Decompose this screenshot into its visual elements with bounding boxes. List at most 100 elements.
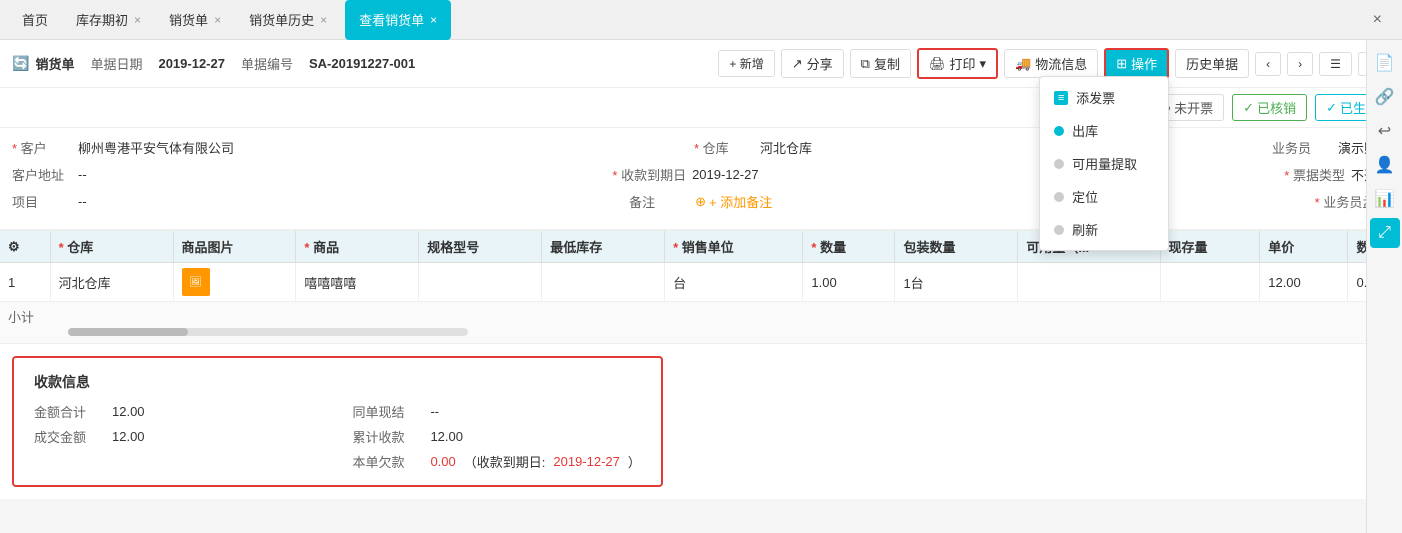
payment-amount-row: 金额合计 12.00	[34, 402, 322, 421]
settlement-label: 同单现结	[352, 402, 422, 421]
staff-label: 业务员	[1272, 138, 1332, 157]
available-icon	[1054, 159, 1064, 169]
tab-sales[interactable]: 销货单 ×	[155, 0, 235, 40]
tab-view-sales-label: 查看销货单	[359, 10, 424, 29]
form-row-3: 项目 -- 备注 ⊕ + 添加备注 业务员孟 --	[12, 192, 1390, 211]
col-pack-qty: 包装数量	[895, 231, 1018, 263]
col-warehouse: 仓库	[50, 231, 173, 263]
sidebar-doc-icon[interactable]: 📄	[1370, 48, 1400, 78]
col-img: 商品图片	[173, 231, 296, 263]
arrears-label: 本单欠款	[352, 452, 422, 471]
tab-view-sales[interactable]: 查看销货单 ×	[345, 0, 451, 40]
payment-deal-row: 成交金额 12.00	[34, 427, 322, 446]
verified-icon: ✓	[1243, 100, 1254, 116]
verified-button[interactable]: ✓ 已核销	[1232, 94, 1307, 121]
dropdown-item-locate[interactable]: 定位	[1040, 180, 1168, 213]
col-min-stock: 最低库存	[542, 231, 665, 263]
product-image: 🖼	[182, 268, 210, 296]
sidebar-undo-icon[interactable]: ↩	[1370, 116, 1400, 146]
verified-label: 已核销	[1257, 98, 1296, 117]
tab-inventory-close[interactable]: ×	[134, 13, 141, 27]
dropdown-item-outbound[interactable]: 出库	[1040, 114, 1168, 147]
cell-pack-qty: 1台	[895, 263, 1018, 302]
table-header-row: ⚙ 仓库 商品图片 商品 规格型号 最低库存 销售单位 数量 包装数量 可用量（…	[0, 231, 1402, 263]
deal-label: 成交金额	[34, 427, 104, 446]
amount-value: 12.00	[112, 404, 145, 419]
table-row: 1 河北仓库 🖼 嘻嘻嘻嘻 台 1.00 1台 12.00	[0, 263, 1402, 302]
sidebar-link-icon[interactable]: 🔗	[1370, 82, 1400, 112]
arrears-note: （收款到期日:	[464, 452, 546, 471]
scrollbar-thumb[interactable]	[68, 328, 188, 336]
history-label: 历史单据	[1186, 54, 1238, 73]
logistics-label: 物流信息	[1035, 54, 1087, 73]
subtotal-row: 小计	[0, 302, 1402, 344]
right-sidebar: 📄 🔗 ↩ 👤 📊 ⤢	[1366, 40, 1402, 533]
history-button[interactable]: 历史单据	[1175, 49, 1249, 78]
cumulative-label: 累计收款	[352, 427, 422, 446]
horizontal-scrollbar[interactable]	[68, 328, 468, 336]
payment-box: 收款信息 金额合计 12.00 同单现结 -- 成交金额 12.00	[12, 356, 663, 487]
tab-inventory[interactable]: 库存期初 ×	[62, 0, 155, 40]
cell-spec	[419, 263, 542, 302]
col-current: 现存量	[1160, 231, 1260, 263]
cell-min-stock	[542, 263, 665, 302]
outbound-icon	[1054, 126, 1064, 136]
payment-grid: 金额合计 12.00 同单现结 -- 成交金额 12.00 累计收款 12.00	[34, 402, 641, 471]
dropdown-item-refresh[interactable]: 刷新	[1040, 213, 1168, 246]
operation-dropdown-menu: ≡ 添发票 出库 可用量提取 定位	[1039, 76, 1169, 251]
note-field: 备注 ⊕ + 添加备注	[629, 192, 772, 211]
tab-view-sales-close[interactable]: ×	[430, 13, 437, 27]
copy-icon: ⧉	[861, 56, 870, 72]
sidebar-user-icon[interactable]: 👤	[1370, 150, 1400, 180]
cell-img: 🖼	[173, 263, 296, 302]
tab-sales-history-close[interactable]: ×	[320, 13, 327, 27]
add-note-label: + 添加备注	[709, 192, 772, 211]
cell-product: 嘻嘻嘻嘻	[296, 263, 419, 302]
window-close-button[interactable]: ×	[1361, 11, 1394, 29]
customer-label: 客户	[12, 138, 72, 157]
col-settings[interactable]: ⚙	[0, 231, 50, 263]
doc-date-value: 2019-12-27	[158, 56, 225, 71]
print-label: 打印	[949, 54, 975, 73]
logistics-button[interactable]: 🚚 物流信息	[1004, 49, 1098, 78]
not-opened-label: 未开票	[1174, 98, 1213, 117]
print-button[interactable]: 🖨 打印 ▾	[917, 48, 998, 79]
subtotal-label: 小计	[0, 302, 1402, 344]
view-toggle-list[interactable]: ☰	[1319, 52, 1352, 76]
effective-icon: ✓	[1326, 100, 1337, 116]
copy-label: 复制	[874, 54, 900, 73]
sub-action-bar: 📱 来自手机 ● 未开票 ✓ 已核销 ✓ 已生效	[0, 88, 1402, 128]
prev-button[interactable]: ‹	[1255, 52, 1281, 76]
note-label: 备注	[629, 192, 689, 211]
new-button[interactable]: + 新增	[718, 50, 774, 77]
ticket-type-label: 票据类型	[1284, 165, 1345, 184]
address-field: 客户地址 --	[12, 165, 87, 184]
cumulative-value: 12.00	[430, 429, 463, 444]
payment-section: 收款信息 金额合计 12.00 同单现结 -- 成交金额 12.00	[0, 344, 1402, 499]
locate-icon	[1054, 192, 1064, 202]
payment-title: 收款信息	[34, 372, 641, 392]
share-button[interactable]: ↗ 分享	[781, 49, 844, 78]
form-row-2: 客户地址 -- 收款到期日 2019-12-27 票据类型 不开票	[12, 165, 1390, 184]
cell-current	[1160, 263, 1260, 302]
sidebar-expand-icon[interactable]: ⤢	[1370, 218, 1400, 248]
copy-button[interactable]: ⧉ 复制	[850, 49, 911, 78]
add-note-button[interactable]: ⊕ + 添加备注	[695, 192, 772, 211]
customer-value: 柳州粤港平安气体有限公司	[78, 138, 234, 157]
add-invoice-label: 添发票	[1076, 88, 1115, 107]
tab-sales-history[interactable]: 销货单历史 ×	[235, 0, 341, 40]
doc-type-label: 销货单	[35, 54, 74, 73]
settlement-value: --	[430, 404, 439, 419]
col-unit: 销售单位	[665, 231, 803, 263]
payment-arrears-row: 本单欠款 0.00 （收款到期日: 2019-12-27 ）	[352, 452, 640, 471]
dropdown-item-add-invoice[interactable]: ≡ 添发票	[1040, 81, 1168, 114]
dropdown-item-available[interactable]: 可用量提取	[1040, 147, 1168, 180]
tab-home[interactable]: 首页	[8, 0, 62, 40]
cell-index: 1	[0, 263, 50, 302]
next-button[interactable]: ›	[1287, 52, 1313, 76]
operation-label: 操作	[1131, 54, 1157, 73]
sidebar-chart-icon[interactable]: 📊	[1370, 184, 1400, 214]
cell-quantity: 1.00	[803, 263, 895, 302]
operation-button[interactable]: ⊞ 操作	[1104, 48, 1169, 79]
tab-sales-close[interactable]: ×	[214, 13, 221, 27]
